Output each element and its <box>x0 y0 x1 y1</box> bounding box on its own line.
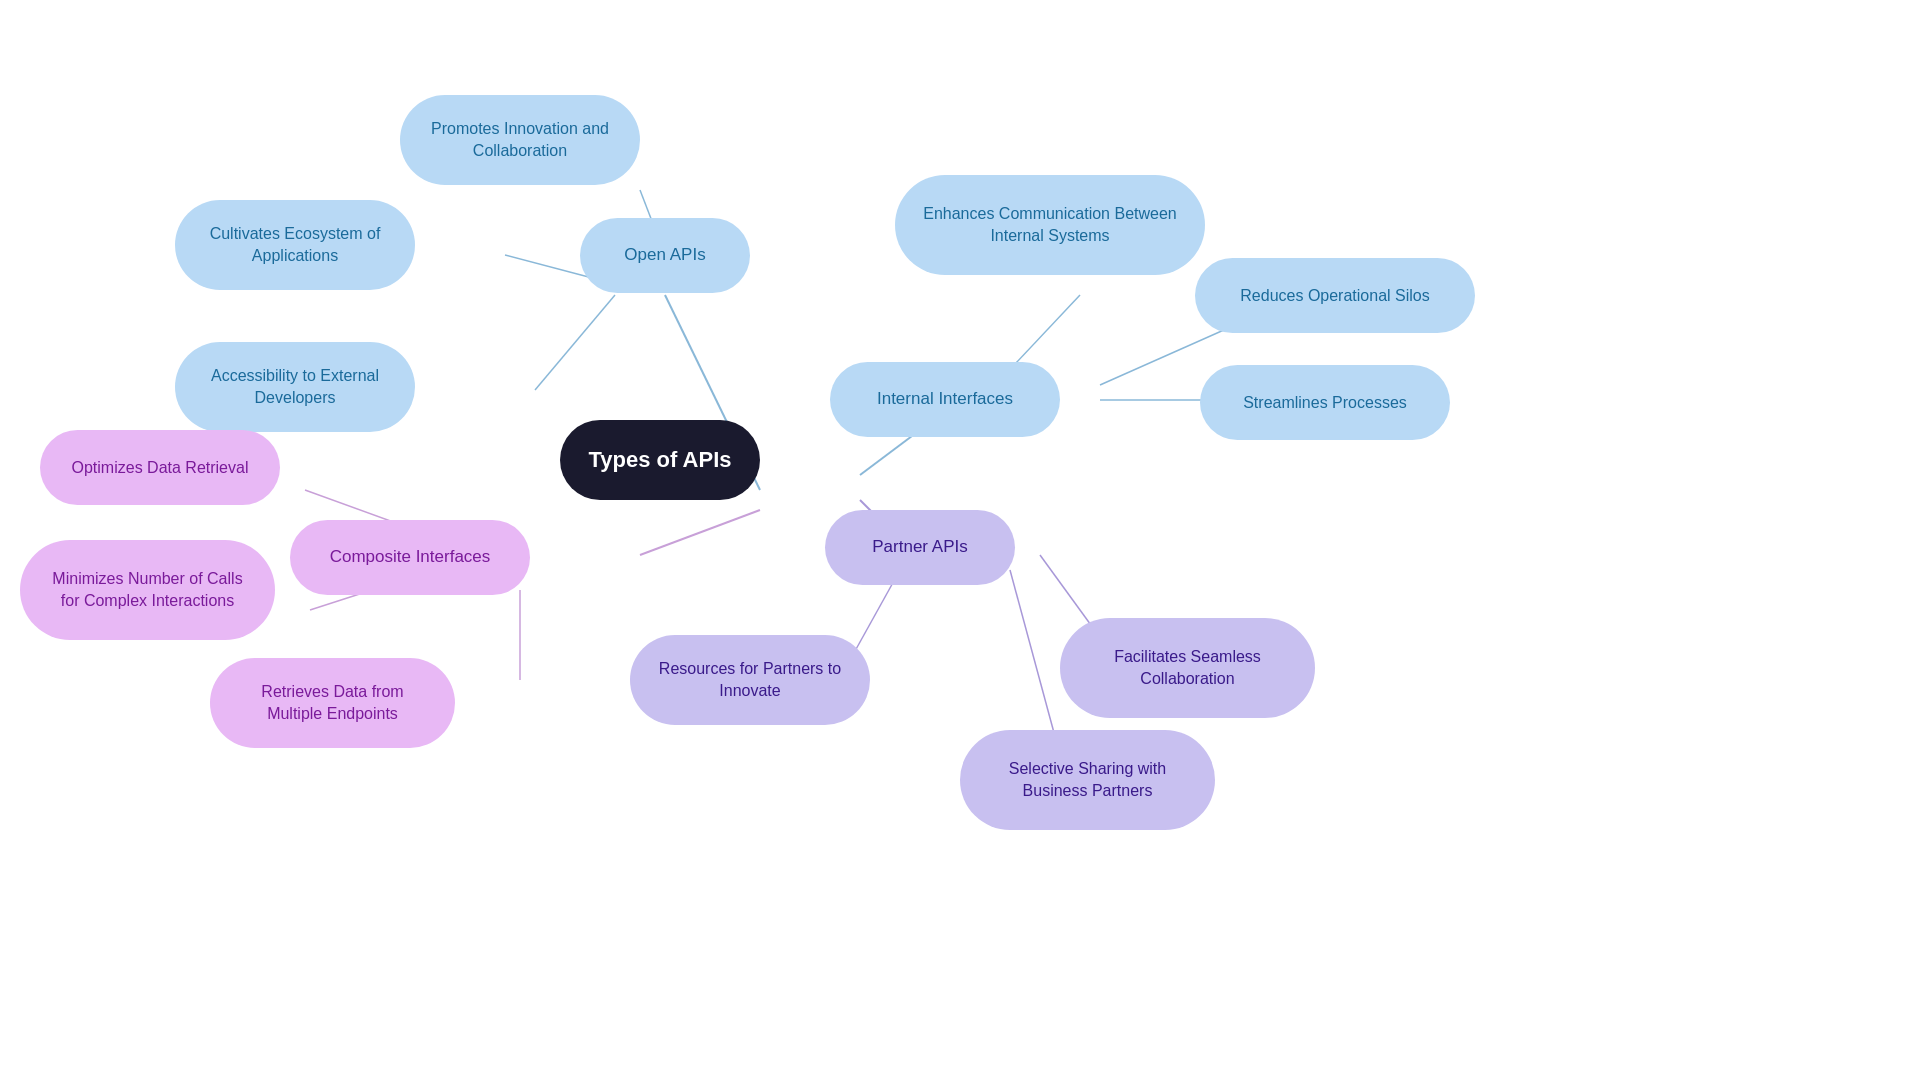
open-apis-node: Open APIs <box>580 218 750 293</box>
streamlines-processes-node: Streamlines Processes <box>1200 365 1450 440</box>
svg-line-15 <box>1010 570 1060 755</box>
cultivates-node: Cultivates Ecosystem of Applications <box>175 200 415 290</box>
accessibility-node: Accessibility to External Developers <box>175 342 415 432</box>
retrieves-node: Retrieves Data from Multiple Endpoints <box>210 658 455 748</box>
svg-line-8 <box>640 510 760 555</box>
internal-interfaces-node: Internal Interfaces <box>830 362 1060 437</box>
enhances-communication-node: Enhances Communication Between Internal … <box>895 175 1205 275</box>
selective-sharing-node: Selective Sharing with Business Partners <box>960 730 1215 830</box>
optimizes-node: Optimizes Data Retrieval <box>40 430 280 505</box>
promotes-node: Promotes Innovation and Collaboration <box>400 95 640 185</box>
resources-node: Resources for Partners to Innovate <box>630 635 870 725</box>
partner-apis-node: Partner APIs <box>825 510 1015 585</box>
composite-interfaces-node: Composite Interfaces <box>290 520 530 595</box>
center-node: Types of APIs <box>560 420 760 500</box>
svg-line-3 <box>535 295 615 390</box>
mind-map-container: Types of APIs Open APIs Promotes Innovat… <box>0 0 1920 1083</box>
reduces-silos-node: Reduces Operational Silos <box>1195 258 1475 333</box>
minimizes-node: Minimizes Number of Calls for Complex In… <box>20 540 275 640</box>
facilitates-node: Facilitates Seamless Collaboration <box>1060 618 1315 718</box>
